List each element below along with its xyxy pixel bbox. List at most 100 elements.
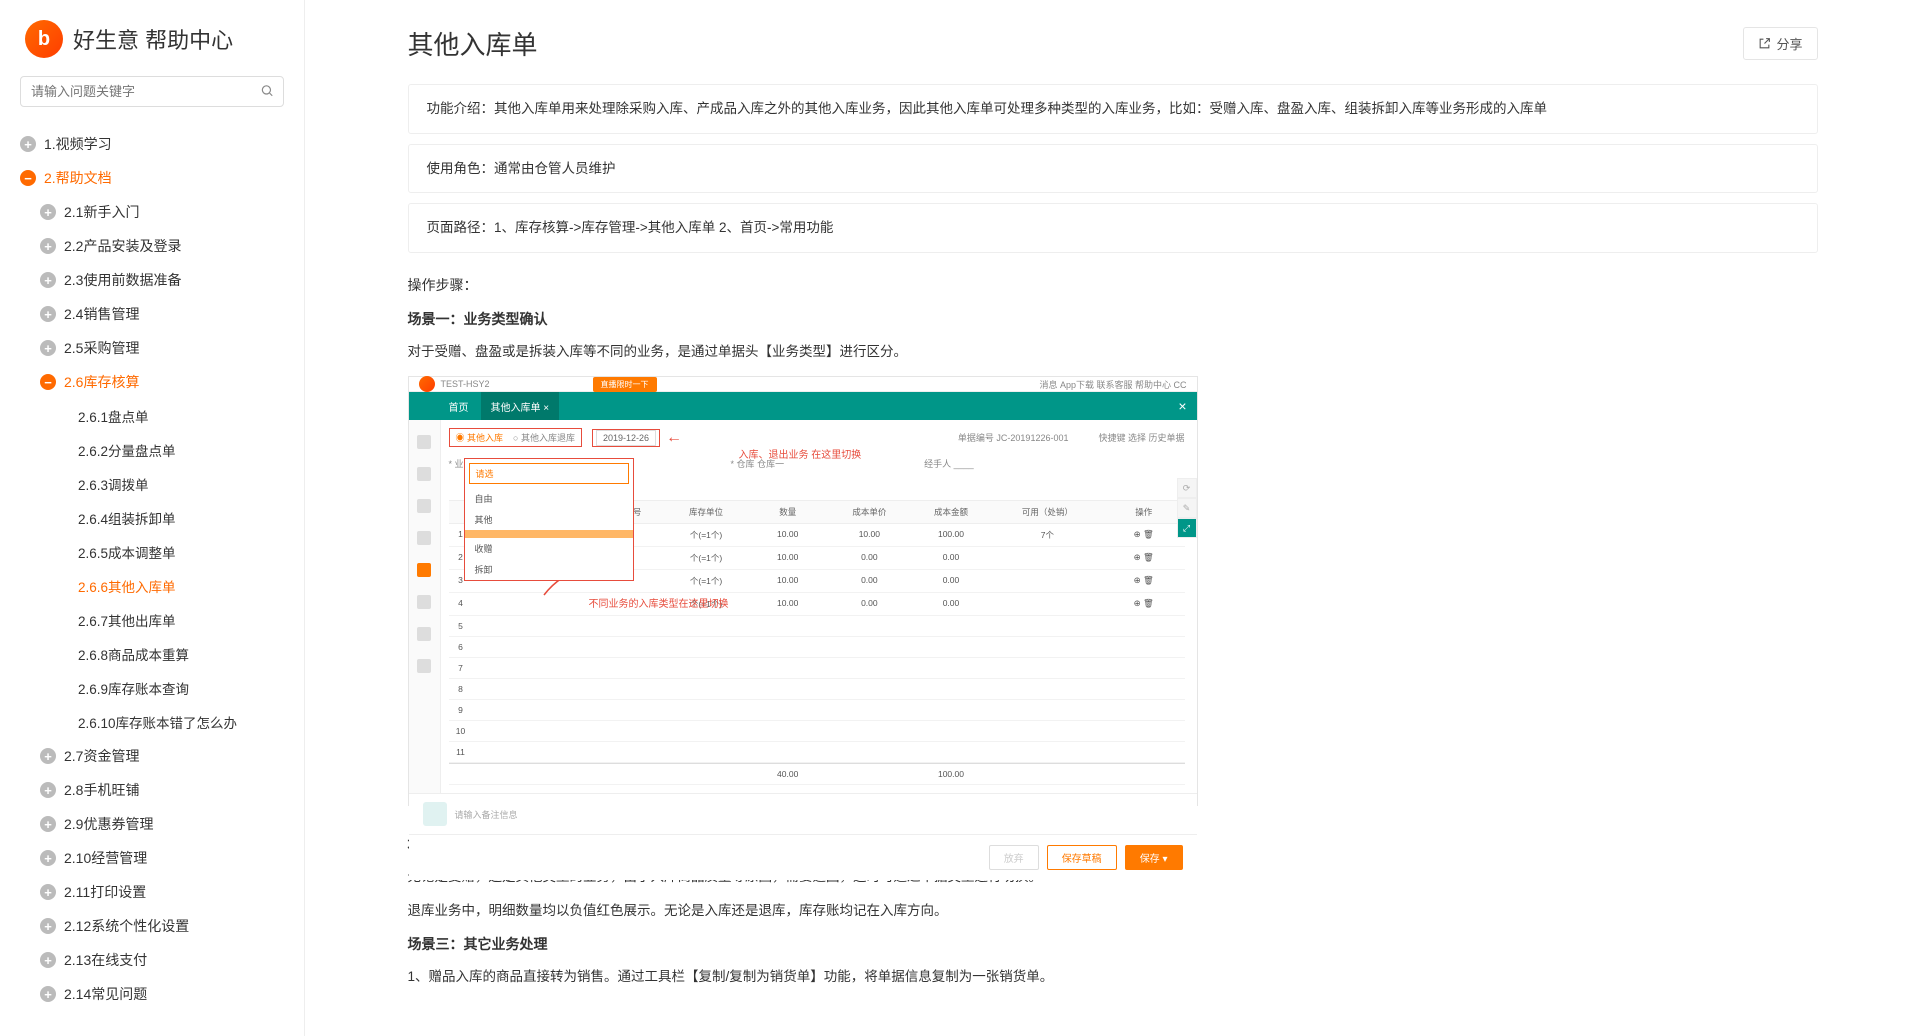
plus-icon: + <box>40 204 56 220</box>
nav-l2-12[interactable]: +2.12系统个性化设置 <box>0 909 304 943</box>
ss-remark: 请输入备注信息 <box>409 793 1197 834</box>
rail-icon <box>417 627 431 641</box>
ss-top-btn: 直播限时一下 <box>593 377 657 392</box>
search-icon[interactable] <box>260 83 274 100</box>
rail-icon <box>417 531 431 545</box>
nav-l2-13[interactable]: +2.13在线支付 <box>0 943 304 977</box>
ss-tr: 11 <box>449 742 1185 763</box>
ss-dd-opt: 其他 <box>465 509 633 530</box>
nav-l2-14[interactable]: +2.14常见问题 <box>0 977 304 1011</box>
path-box: 页面路径：1、库存核算->库存管理->其他入库单 2、首页->常用功能 <box>408 203 1818 253</box>
nav-label: 2.14常见问题 <box>64 984 147 1004</box>
role-label: 使用角色： <box>427 161 495 176</box>
nav-label: 2.9优惠券管理 <box>64 814 153 834</box>
nav-tree: +1.视频学习 −2.帮助文档 +2.1新手入门 +2.2产品安装及登录 +2.… <box>0 122 304 1016</box>
nav-l3-2[interactable]: 2.6.2分量盘点单 <box>0 433 304 467</box>
nav-label: 2.7资金管理 <box>64 746 139 766</box>
scene3-text: 1、赠品入库的商品直接转为销售。通过工具栏【复制/复制为销货单】功能，将单据信息… <box>408 964 1818 990</box>
share-label: 分享 <box>1776 34 1802 53</box>
ss-tr: 9 <box>449 700 1185 721</box>
plus-icon: + <box>40 238 56 254</box>
nav-label: 2.6.1盘点单 <box>78 406 149 426</box>
nav-label: 2.6库存核算 <box>64 372 139 392</box>
ss-top-right: 消息 App下载 联系客服 帮助中心 CC <box>1039 378 1186 391</box>
nav-l2-10[interactable]: +2.10经营管理 <box>0 841 304 875</box>
intro-text: 其他入库单用来处理除采购入库、产成品入库之外的其他入库业务，因此其他入库单可处理… <box>494 101 1547 116</box>
scene1-title: 场景一：业务类型确认 <box>408 309 1818 329</box>
nav-l2-9[interactable]: +2.9优惠券管理 <box>0 807 304 841</box>
nav-l3-8[interactable]: 2.6.8商品成本重算 <box>0 637 304 671</box>
ss-wh-val: 仓库一 <box>757 459 784 469</box>
ss-dd-opt: 收赠 <box>465 538 633 559</box>
nav-l2-8[interactable]: +2.8手机旺铺 <box>0 773 304 807</box>
ss-date: 2019-12-26 <box>596 430 656 446</box>
nav-label: 2.2产品安装及登录 <box>64 236 181 256</box>
nav-l3-5[interactable]: 2.6.5成本调整单 <box>0 535 304 569</box>
nav-l3-1[interactable]: 2.6.1盘点单 <box>0 399 304 433</box>
nav-l1-video[interactable]: +1.视频学习 <box>0 127 304 161</box>
nav-label: 2.6.8商品成本重算 <box>78 644 189 664</box>
plus-icon: + <box>40 340 56 356</box>
role-box: 使用角色：通常由仓管人员维护 <box>408 144 1818 194</box>
nav-l3-6[interactable]: 2.6.6其他入库单 <box>0 569 304 603</box>
nav-l1-doc[interactable]: −2.帮助文档 <box>0 161 304 195</box>
share-button[interactable]: 分享 <box>1743 27 1817 60</box>
page-title: 其他入库单 <box>408 25 538 62</box>
nav-l2-4[interactable]: +2.4销售管理 <box>0 297 304 331</box>
ss-btn-close: 放弃 <box>989 845 1039 870</box>
ss-dropdown: 请选 自由 其他 收赠 拆卸 <box>464 458 634 581</box>
ss-remark-ph: 请输入备注信息 <box>455 808 518 821</box>
search-input[interactable] <box>20 76 284 107</box>
nav-l2-3[interactable]: +2.3使用前数据准备 <box>0 263 304 297</box>
nav-l2-7[interactable]: +2.7资金管理 <box>0 739 304 773</box>
ss-logo-icon <box>419 376 435 392</box>
rail-icon <box>417 435 431 449</box>
rail-icon <box>417 499 431 513</box>
ss-tr: 7 <box>449 658 1185 679</box>
nav-l3-7[interactable]: 2.6.7其他出库单 <box>0 603 304 637</box>
ss-footer: 放弃 保存草稿 保存 ▾ <box>409 834 1197 880</box>
plus-icon: + <box>40 306 56 322</box>
nav-label: 2.6.6其他入库单 <box>78 576 176 596</box>
nav-label: 2.6.3调拨单 <box>78 474 149 494</box>
nav-l2-2[interactable]: +2.2产品安装及登录 <box>0 229 304 263</box>
rail-icon: ⟳ <box>1177 478 1197 498</box>
minus-icon: − <box>40 374 56 390</box>
nav-label: 2.6.7其他出库单 <box>78 610 176 630</box>
ss-radio1: 其他入库 <box>467 433 503 443</box>
nav-l2-6[interactable]: −2.6库存核算 <box>0 365 304 399</box>
ss-dd-opt <box>465 530 633 538</box>
path-text: 1、库存核算->库存管理->其他入库单 2、首页->常用功能 <box>494 220 833 235</box>
rail-icon <box>417 467 431 481</box>
nav-label: 2.6.10库存账本错了怎么办 <box>78 712 237 732</box>
ss-btn-draft: 保存草稿 <box>1047 845 1117 870</box>
nav-label: 2.6.4组装拆卸单 <box>78 508 176 528</box>
plus-icon: + <box>40 952 56 968</box>
ss-tr: 6 <box>449 637 1185 658</box>
plus-icon: + <box>40 748 56 764</box>
nav-l3-3[interactable]: 2.6.3调拨单 <box>0 467 304 501</box>
main-content: 其他入库单 分享 功能介绍：其他入库单用来处理除采购入库、产成品入库之外的其他入… <box>305 0 1920 1036</box>
ss-tab-home: 首页 <box>439 392 479 421</box>
ss-tr: 10 <box>449 721 1185 742</box>
embedded-screenshot: TEST-HSY2 直播限时一下 消息 App下载 联系客服 帮助中心 CC 首… <box>408 376 1198 806</box>
ss-dd-opt: 自由 <box>465 488 633 509</box>
ss-wh-label: 仓库 <box>737 459 755 469</box>
nav-l3-9[interactable]: 2.6.9库存账本查询 <box>0 671 304 705</box>
nav-l2-5[interactable]: +2.5采购管理 <box>0 331 304 365</box>
nav-l2-1[interactable]: +2.1新手入门 <box>0 195 304 229</box>
role-text: 通常由仓管人员维护 <box>494 161 616 176</box>
ss-dd-opt: 拆卸 <box>465 559 633 580</box>
nav-l2-11[interactable]: +2.11打印设置 <box>0 875 304 909</box>
intro-box: 功能介绍：其他入库单用来处理除采购入库、产成品入库之外的其他入库业务，因此其他入… <box>408 84 1818 134</box>
ss-radio2: 其他入库退库 <box>521 433 575 443</box>
nav-l3-4[interactable]: 2.6.4组装拆卸单 <box>0 501 304 535</box>
ss-btn-save: 保存 ▾ <box>1125 845 1183 870</box>
nav-l3-10[interactable]: 2.6.10库存账本错了怎么办 <box>0 705 304 739</box>
sidebar: b 好生意 帮助中心 +1.视频学习 −2.帮助文档 +2.1新手入门 +2.2… <box>0 0 305 1036</box>
nav-label: 2.6.9库存账本查询 <box>78 678 189 698</box>
ss-docno: 单据编号 JC-20191226-001 <box>958 431 1069 444</box>
scene3-title: 场景三：其它业务处理 <box>408 934 1818 954</box>
plus-icon: + <box>40 816 56 832</box>
close-icon: × <box>1178 398 1196 414</box>
